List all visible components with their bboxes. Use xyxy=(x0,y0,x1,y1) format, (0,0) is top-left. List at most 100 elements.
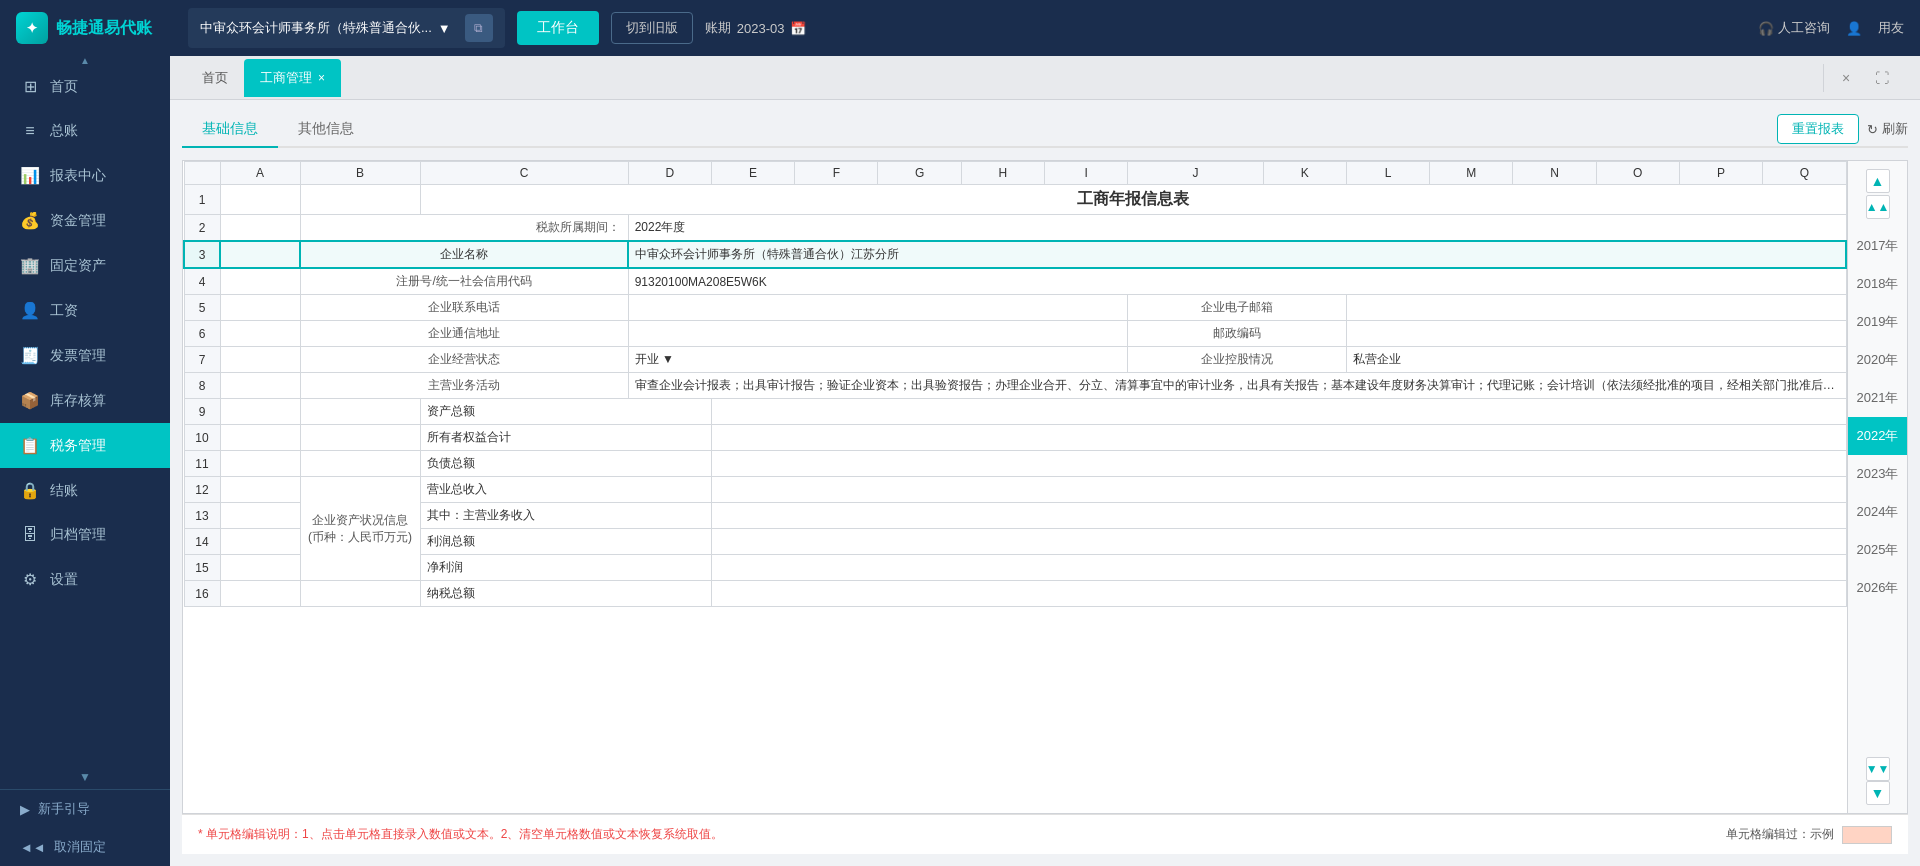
cell-13A[interactable] xyxy=(220,503,300,529)
cell-period-value[interactable]: 2022年度 xyxy=(628,215,1846,242)
cell-8A[interactable] xyxy=(220,373,300,399)
col-header-K[interactable]: K xyxy=(1263,162,1346,185)
year-item-2019[interactable]: 2019年 xyxy=(1848,303,1907,341)
cell-period-label[interactable]: 税款所属期间： xyxy=(300,215,628,242)
sidebar-item-close[interactable]: 🔒 结账 xyxy=(0,468,170,513)
cell-status-value[interactable]: 开业 ▼ xyxy=(628,347,1128,373)
tab-close-icon[interactable]: × xyxy=(318,71,325,85)
cell-16B[interactable] xyxy=(300,581,420,607)
cell-16A[interactable] xyxy=(220,581,300,607)
cell-12A[interactable] xyxy=(220,477,300,503)
year-item-2017[interactable]: 2017年 xyxy=(1848,227,1907,265)
cell-2A[interactable] xyxy=(220,215,300,242)
subtab-basic[interactable]: 基础信息 xyxy=(182,112,278,148)
cell-netprofit-label[interactable]: 净利润 xyxy=(420,555,711,581)
old-version-button[interactable]: 切到旧版 xyxy=(611,12,693,44)
year-item-2025[interactable]: 2025年 xyxy=(1848,531,1907,569)
cell-profit-value[interactable] xyxy=(711,529,1846,555)
cell-10B[interactable] xyxy=(300,425,420,451)
cell-assets-info-label[interactable]: 企业资产状况信息(币种：人民币万元) xyxy=(300,477,420,581)
tab-commerce[interactable]: 工商管理 × xyxy=(244,59,341,97)
year-panel-fast-down-btn[interactable]: ▼▼ xyxy=(1866,757,1890,781)
col-header-C[interactable]: C xyxy=(420,162,628,185)
sidebar-item-archive[interactable]: 🗄 归档管理 xyxy=(0,513,170,557)
cell-debt-value[interactable] xyxy=(711,451,1846,477)
col-header-G[interactable]: G xyxy=(878,162,961,185)
cell-company-label[interactable]: 企业名称 xyxy=(300,241,628,268)
company-copy-icon[interactable]: ⧉ xyxy=(465,14,493,42)
col-header-L[interactable]: L xyxy=(1346,162,1429,185)
subtab-other[interactable]: 其他信息 xyxy=(278,112,374,148)
cell-1B[interactable] xyxy=(300,185,420,215)
cell-phone-value[interactable] xyxy=(628,295,1128,321)
col-header-D[interactable]: D xyxy=(628,162,711,185)
sidebar-item-ledger[interactable]: ≡ 总账 xyxy=(0,109,170,153)
cell-9A[interactable] xyxy=(220,399,300,425)
sidebar-scroll-down[interactable]: ▼ xyxy=(0,765,170,789)
cell-profit-label[interactable]: 利润总额 xyxy=(420,529,711,555)
year-item-2026[interactable]: 2026年 xyxy=(1848,569,1907,607)
col-header-P[interactable]: P xyxy=(1679,162,1762,185)
col-header-A[interactable]: A xyxy=(220,162,300,185)
cell-equity-label[interactable]: 所有者权益合计 xyxy=(420,425,711,451)
cell-regnum-value[interactable]: 91320100MA208E5W6K xyxy=(628,268,1846,295)
sidebar-item-settings[interactable]: ⚙ 设置 xyxy=(0,557,170,602)
year-panel-scroll[interactable]: 2017年 2018年 2019年 2020年 2021年 2022年 2023… xyxy=(1848,227,1907,749)
unpin-button[interactable]: ◄◄ 取消固定 xyxy=(0,828,170,866)
cell-regnum-label[interactable]: 注册号/统一社会信用代码 xyxy=(300,268,628,295)
cell-netprofit-value[interactable] xyxy=(711,555,1846,581)
cell-control-value[interactable]: 私营企业 xyxy=(1346,347,1846,373)
col-header-J[interactable]: J xyxy=(1128,162,1263,185)
calendar-icon[interactable]: 📅 xyxy=(790,21,806,36)
expand-window-button[interactable]: ⛶ xyxy=(1868,64,1896,92)
col-header-Q[interactable]: Q xyxy=(1763,162,1846,185)
cell-control-label[interactable]: 企业控股情况 xyxy=(1128,347,1347,373)
sidebar-item-tax[interactable]: 📋 税务管理 xyxy=(0,423,170,468)
tab-home[interactable]: 首页 xyxy=(186,59,244,97)
cell-assets-label[interactable]: 资产总额 xyxy=(420,399,711,425)
cell-6A[interactable] xyxy=(220,321,300,347)
col-header-I[interactable]: I xyxy=(1045,162,1128,185)
cell-title[interactable]: 工商年报信息表 xyxy=(420,185,1846,215)
cell-7A[interactable] xyxy=(220,347,300,373)
cell-company-value[interactable]: 中审众环会计师事务所（特殊普通合伙）江苏分所 xyxy=(628,241,1846,268)
cell-address-label[interactable]: 企业通信地址 xyxy=(300,321,628,347)
cell-main-revenue-label[interactable]: 其中：主营业务收入 xyxy=(420,503,711,529)
cell-address-value[interactable] xyxy=(628,321,1128,347)
cell-email-value[interactable] xyxy=(1346,295,1846,321)
cell-tax-value[interactable] xyxy=(711,581,1846,607)
cell-equity-value[interactable] xyxy=(711,425,1846,451)
cell-main-revenue-value[interactable] xyxy=(711,503,1846,529)
new-user-button[interactable]: ▶ 新手引导 xyxy=(0,790,170,828)
cell-11A[interactable] xyxy=(220,451,300,477)
spreadsheet-scroll[interactable]: A B C D E F G H I J xyxy=(183,161,1847,813)
cell-10A[interactable] xyxy=(220,425,300,451)
year-panel-down-btn[interactable]: ▼ xyxy=(1866,781,1890,805)
cell-email-label[interactable]: 企业电子邮箱 xyxy=(1128,295,1347,321)
cell-revenue-label[interactable]: 营业总收入 xyxy=(420,477,711,503)
sidebar-item-home[interactable]: ⊞ 首页 xyxy=(0,64,170,109)
cell-business-label[interactable]: 主营业务活动 xyxy=(300,373,628,399)
cell-tax-label[interactable]: 纳税总额 xyxy=(420,581,711,607)
year-panel-up-btn[interactable]: ▲ xyxy=(1866,169,1890,193)
year-panel-fast-up-btn[interactable]: ▲▲ xyxy=(1866,195,1890,219)
sidebar-item-inventory[interactable]: 📦 库存核算 xyxy=(0,378,170,423)
sidebar-item-invoice[interactable]: 🧾 发票管理 xyxy=(0,333,170,378)
cell-1A[interactable] xyxy=(220,185,300,215)
sidebar-item-finance[interactable]: 💰 资金管理 xyxy=(0,198,170,243)
service-button[interactable]: 🎧 人工咨询 xyxy=(1758,19,1830,37)
col-header-H[interactable]: H xyxy=(961,162,1044,185)
cell-assets-value[interactable] xyxy=(711,399,1846,425)
cell-status-label[interactable]: 企业经营状态 xyxy=(300,347,628,373)
cell-11B[interactable] xyxy=(300,451,420,477)
cell-postal-value[interactable] xyxy=(1346,321,1846,347)
cell-9B[interactable] xyxy=(300,399,420,425)
sidebar-item-assets[interactable]: 🏢 固定资产 xyxy=(0,243,170,288)
cell-revenue-value[interactable] xyxy=(711,477,1846,503)
col-header-O[interactable]: O xyxy=(1596,162,1679,185)
sidebar-item-payroll[interactable]: 👤 工资 xyxy=(0,288,170,333)
year-item-2022[interactable]: 2022年 xyxy=(1848,417,1907,455)
company-selector[interactable]: 中审众环会计师事务所（特殊普通合伙... ▼ ⧉ xyxy=(188,8,505,48)
year-item-2018[interactable]: 2018年 xyxy=(1848,265,1907,303)
year-item-2024[interactable]: 2024年 xyxy=(1848,493,1907,531)
